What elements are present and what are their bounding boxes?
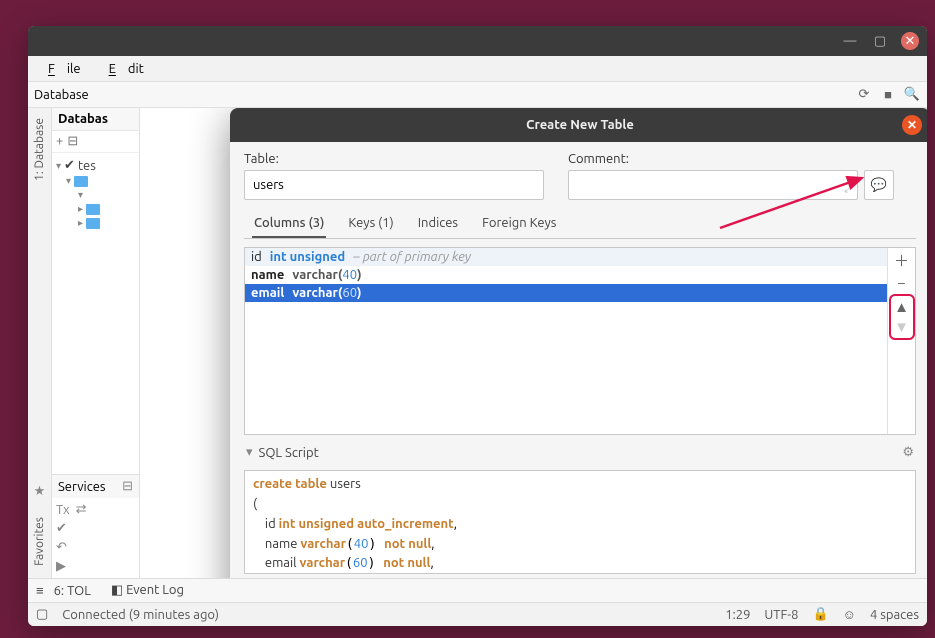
breadcrumb-database[interactable]: Database (34, 88, 89, 102)
columns-editor: id int unsigned – part of primary key na… (244, 247, 916, 435)
close-icon[interactable]: ✕ (901, 32, 919, 50)
stop-icon[interactable]: ■ (879, 86, 897, 104)
sidebar-title: Databas (52, 108, 139, 131)
collapse-panel-icon[interactable]: ⊟ (122, 479, 133, 494)
rollback-icon[interactable]: ↶ (56, 540, 135, 555)
minimize-icon[interactable]: — (841, 32, 859, 50)
event-log-tab[interactable]: ◧ Event Log (111, 583, 184, 598)
database-sidebar: Databas + ⊟ ▾✔tes ▾ ▾ ▸ ▸ Services ⊟ Tx (52, 108, 140, 578)
database-tree[interactable]: ▾✔tes ▾ ▾ ▸ ▸ (52, 153, 139, 474)
refresh-icon[interactable]: ⟳ (855, 86, 873, 104)
breadcrumb-toolbar: Database ⟳ ■ 🔍 (28, 82, 927, 108)
menubar: File Edit (28, 56, 927, 82)
play-icon[interactable]: ▶ (56, 559, 135, 574)
maximize-icon[interactable]: ▢ (871, 32, 889, 50)
editor-area: Create New Table ✕ Table: Comment: ⤢ (140, 108, 813, 578)
tx-commit-icon[interactable]: ⇄ (76, 502, 87, 517)
commit-icon[interactable]: ✔ (56, 521, 135, 536)
left-gutter: 1: Database ★ Favorites (28, 108, 52, 578)
statusbar: ▢ Connected (9 minutes ago) 1:29 UTF-8 🔒… (28, 602, 927, 626)
bottom-tool-tabs: ≡ 6: TOL ◧ Event Log (28, 578, 927, 602)
encoding[interactable]: UTF-8 (764, 608, 798, 622)
indent-setting[interactable]: 4 spaces (870, 608, 919, 622)
bottom-tab[interactable]: 6: TOL (54, 584, 91, 598)
menu-file[interactable]: File (36, 60, 93, 78)
add-icon[interactable]: + (56, 134, 63, 149)
left-tab-database[interactable]: 1: Database (31, 112, 48, 187)
menu-edit[interactable]: Edit (97, 60, 156, 78)
lock-icon[interactable]: 🔒 (812, 607, 828, 622)
create-table-dialog: Create New Table ✕ Table: Comment: ⤢ (230, 108, 927, 578)
services-panel-title[interactable]: Services ⊟ (52, 475, 139, 498)
main-window-titlebar: — ▢ ✕ (28, 26, 927, 56)
status-connected: Connected (9 minutes ago) (62, 608, 219, 622)
cursor-position[interactable]: 1:29 (725, 608, 750, 622)
left-tab-favorites[interactable]: Favorites (31, 511, 48, 572)
favorites-icon[interactable]: ★ (34, 484, 46, 499)
tx-label: Tx (56, 503, 70, 517)
person-icon[interactable]: ☺ (843, 607, 856, 622)
collapse-icon[interactable]: ⊟ (67, 134, 78, 149)
search-icon[interactable]: 🔍 (903, 86, 921, 104)
